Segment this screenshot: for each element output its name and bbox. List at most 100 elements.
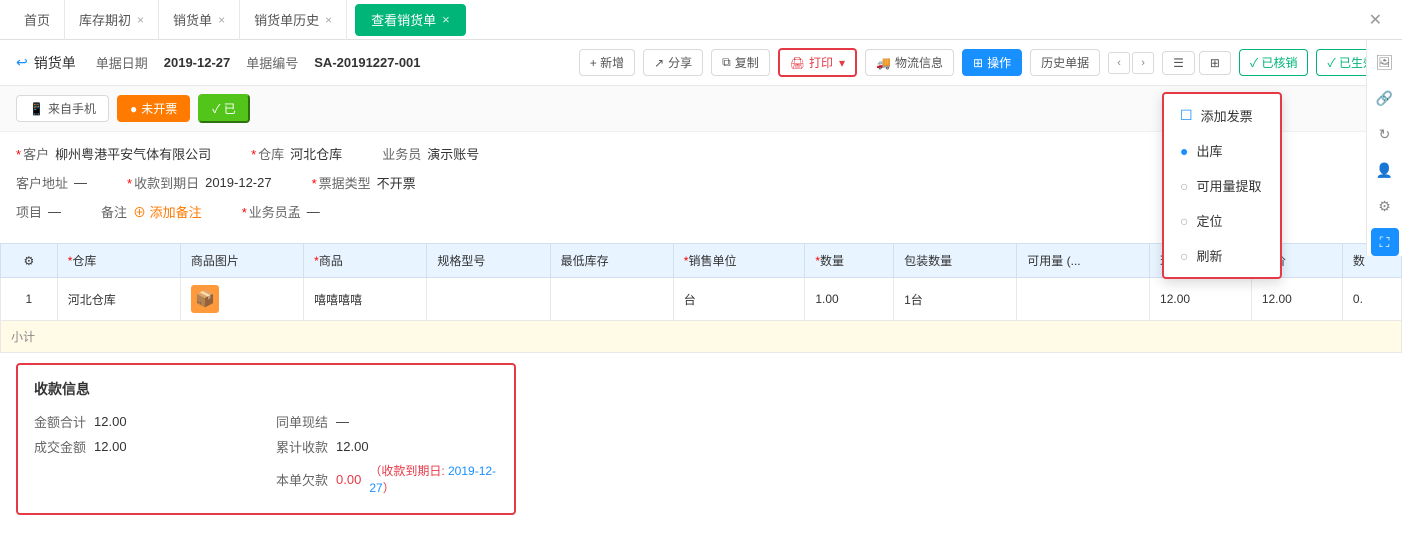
warehouse-value: 河北仓库 [290, 144, 342, 163]
grid-view-button[interactable]: ⊞ [1199, 51, 1231, 75]
locate-item[interactable]: ○ 定位 [1164, 203, 1280, 238]
refresh-icon: ○ [1180, 248, 1188, 264]
customer-field: 客户 柳州粤港平安气体有限公司 [16, 144, 211, 163]
ops-dropdown-menu: ☐ 添加发票 ● 出库 ○ 可用量提取 ○ 定位 ○ 刷新 [1162, 92, 1282, 279]
share-icon: ↗ [654, 56, 664, 70]
current-due-value: 0.00 [336, 472, 361, 487]
transaction-amount-value: 12.00 [94, 439, 127, 454]
next-button[interactable]: › [1132, 52, 1154, 74]
history-button[interactable]: 历史单据 [1030, 49, 1100, 76]
close-history-tab[interactable]: × [325, 13, 332, 27]
copy-button[interactable]: ⧉ 复制 [711, 49, 770, 76]
sidebar-link-icon[interactable]: 🔗 [1371, 84, 1399, 112]
product-column-header: *商品 [304, 244, 427, 278]
doc-title: ↩ 销货单 [16, 53, 76, 73]
list-view-button[interactable]: ☰ [1162, 51, 1195, 75]
tab-view-sales[interactable]: 查看销货单 × [355, 4, 466, 36]
payment-date-value: 2019-12-27 [205, 175, 272, 190]
total-amount-label: 金额合计 [34, 412, 86, 431]
copy-icon: ⧉ [722, 55, 731, 70]
row-amount: 0. [1342, 278, 1401, 321]
address-label: 客户地址 [16, 173, 68, 192]
staff-label: 业务员 [382, 144, 421, 163]
row-available [1017, 278, 1150, 321]
row-product-img: 📦 [180, 278, 303, 321]
same-settlement-value: — [336, 414, 349, 429]
salesperson-value: — [307, 204, 320, 219]
current-due-label: 本单欠款 [276, 470, 328, 489]
payment-date-field: 收款到期日 2019-12-27 [127, 173, 272, 192]
add-note-button[interactable]: ⊕ 添加备注 [133, 202, 202, 221]
salesperson-label: 业务员孟 [242, 202, 301, 221]
ticket-type-value: 不开票 [377, 173, 416, 192]
sidebar-expand-icon[interactable]: ⛶ [1371, 228, 1399, 256]
current-due-row: 本单欠款 0.00 （收款到期日: 2019-12-27） [276, 459, 498, 499]
close-view-tab[interactable]: × [442, 12, 450, 27]
sidebar-settings-icon[interactable]: ⚙ [1371, 192, 1399, 220]
number-label: 单据编号 [246, 53, 298, 72]
close-sales-tab[interactable]: × [218, 13, 225, 27]
number-value: SA-20191227-001 [314, 55, 420, 70]
tab-sales-order[interactable]: 销货单 × [159, 0, 240, 40]
row-product: 嘻嘻嘻嘻 [304, 278, 427, 321]
window-close-button[interactable]: ✕ [1359, 10, 1392, 30]
product-img-icon: 📦 [195, 289, 215, 309]
confirm-button[interactable]: ✓ 已 [198, 94, 250, 123]
row-quantity: 1.00 [805, 278, 894, 321]
logistics-button[interactable]: 🚚 物流信息 [865, 49, 954, 76]
warehouse-field: 仓库 河北仓库 [251, 144, 342, 163]
row-pack-qty: 1台 [894, 278, 1017, 321]
add-invoice-item[interactable]: ☐ 添加发票 [1164, 98, 1280, 133]
row-sales-unit: 台 [673, 278, 805, 321]
project-value: — [48, 204, 61, 219]
tab-sales-history[interactable]: 销货单历史 × [240, 0, 347, 40]
project-label: 项目 [16, 202, 42, 221]
extract-icon: ○ [1180, 178, 1188, 194]
print-button[interactable]: 🖨 打印 ▾ [778, 48, 857, 77]
doc-header: ↩ 销货单 单据日期 2019-12-27 单据编号 SA-20191227-0… [0, 40, 1402, 86]
available-extract-item[interactable]: ○ 可用量提取 [1164, 168, 1280, 203]
staff-value: 演示账号 [427, 144, 479, 163]
tab-home[interactable]: 首页 [10, 0, 65, 40]
share-button[interactable]: ↗ 分享 [643, 49, 703, 76]
payment-info-box: 收款信息 金额合计 12.00 成交金额 12.00 同单现结 — [16, 363, 516, 515]
available-column-header: 可用量 (... [1017, 244, 1150, 278]
payment-col-left: 金额合计 12.00 成交金额 12.00 [34, 409, 256, 499]
right-sidebar: 🖼 🔗 ↻ 👤 ⚙ ⛶ [1366, 40, 1402, 256]
sidebar-user-icon[interactable]: 👤 [1371, 156, 1399, 184]
settings-column-header[interactable]: ⚙ [1, 244, 58, 278]
address-value: — [74, 175, 87, 190]
total-amount-value: 12.00 [94, 414, 127, 429]
prev-button[interactable]: ‹ [1108, 52, 1130, 74]
close-inventory-tab[interactable]: × [137, 13, 144, 27]
min-stock-column-header: 最低库存 [550, 244, 673, 278]
tab-inventory-init[interactable]: 库存期初 × [65, 0, 159, 40]
product-img-column-header: 商品图片 [180, 244, 303, 278]
from-phone-button[interactable]: 📱 来自手机 [16, 95, 109, 122]
transaction-amount-row: 成交金额 12.00 [34, 434, 256, 459]
same-settlement-row: 同单现结 — [276, 409, 498, 434]
sidebar-refresh-icon[interactable]: ↻ [1371, 120, 1399, 148]
new-button[interactable]: + 新增 [579, 49, 635, 76]
sidebar-image-icon[interactable]: 🖼 [1371, 48, 1399, 76]
refresh-item[interactable]: ○ 刷新 [1164, 238, 1280, 273]
customer-label: 客户 [16, 144, 49, 163]
ticket-icon: ● [130, 102, 137, 116]
note-label: 备注 [101, 202, 127, 221]
outbound-item[interactable]: ● 出库 [1164, 133, 1280, 168]
row-spec [427, 278, 550, 321]
doc-icon: ↩ [16, 54, 28, 71]
ops-button[interactable]: ⊞ 操作 [962, 49, 1022, 76]
locate-icon: ○ [1180, 213, 1188, 229]
address-field: 客户地址 — [16, 173, 87, 192]
table-row: 1 河北仓库 📦 嘻嘻嘻嘻 台 1.00 1台 [1, 278, 1402, 321]
note-field: 备注 ⊕ 添加备注 [101, 202, 202, 221]
row-current-stock: 12.00 [1150, 278, 1252, 321]
subtotal-row: 小计 [1, 321, 1402, 353]
sold-button[interactable]: ✓ 已核销 [1239, 49, 1309, 76]
payment-title: 收款信息 [34, 379, 498, 399]
total-amount-row: 金额合计 12.00 [34, 409, 256, 434]
not-open-button[interactable]: ● 未开票 [117, 95, 190, 122]
payment-grid: 金额合计 12.00 成交金额 12.00 同单现结 — 累计收款 [34, 409, 498, 499]
project-field: 项目 — [16, 202, 61, 221]
